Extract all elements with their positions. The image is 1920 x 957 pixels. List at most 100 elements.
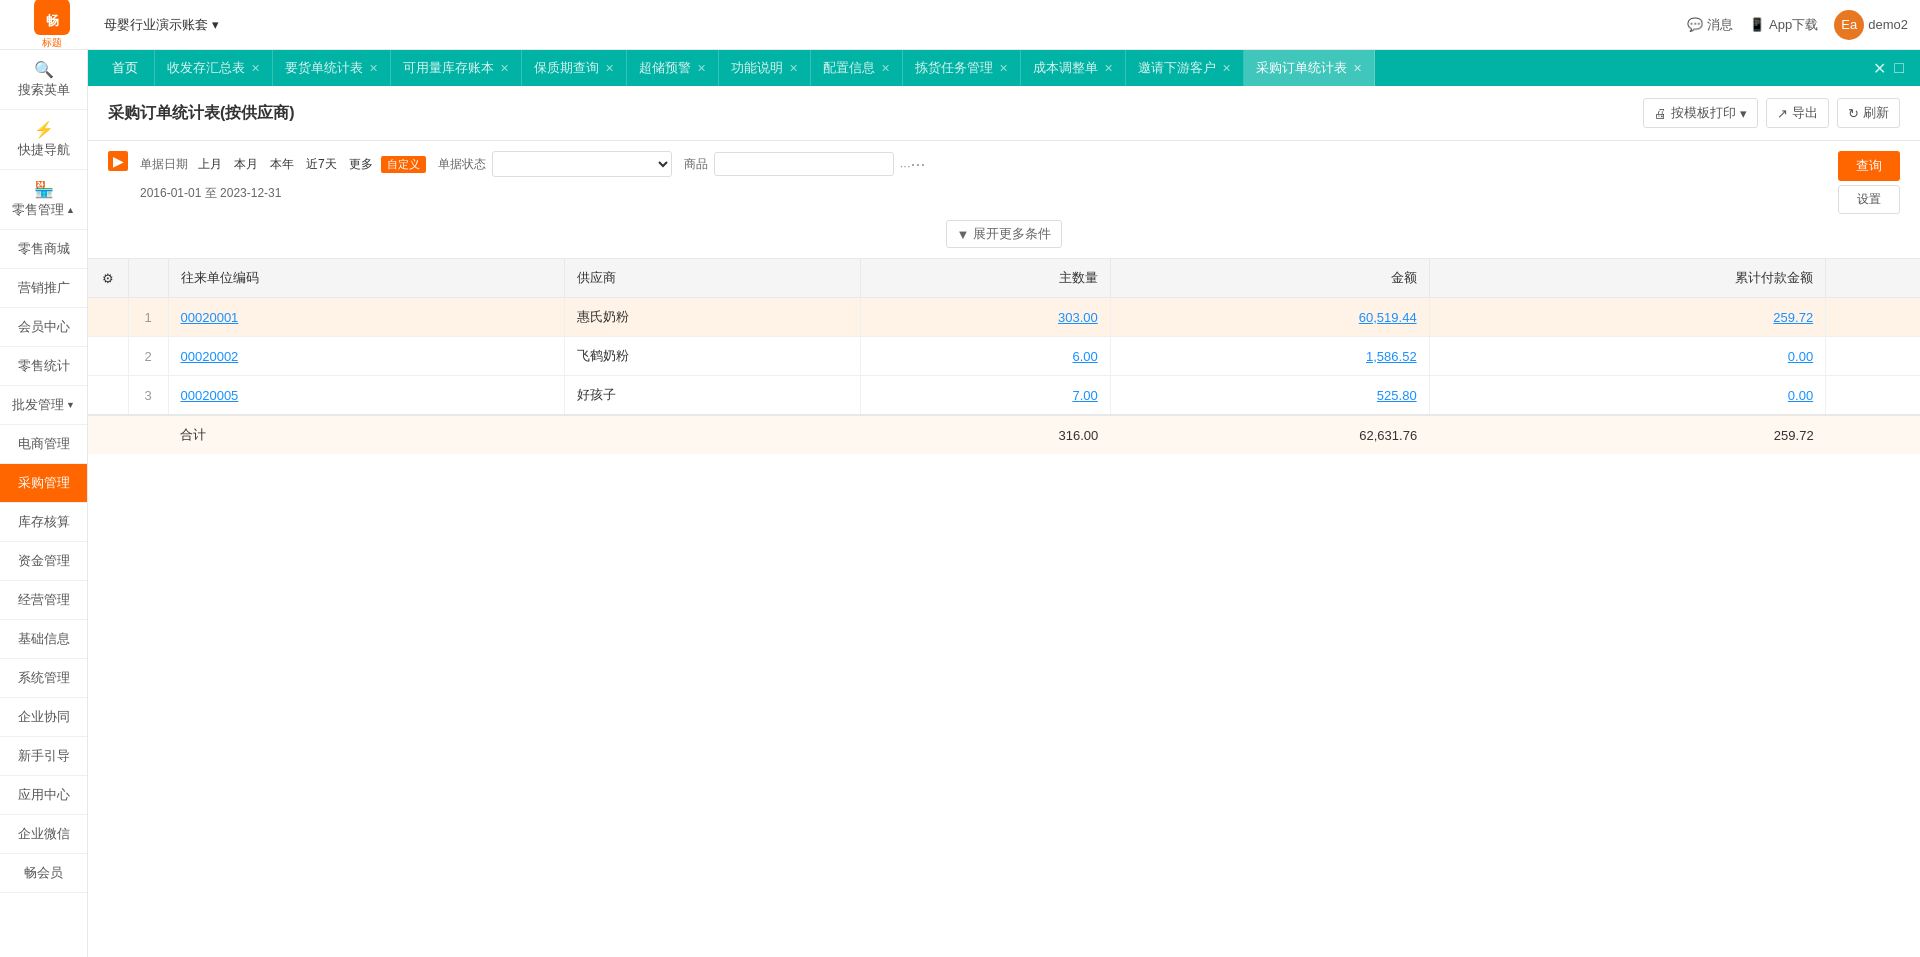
tab-purchase-stats-close[interactable]: ✕	[369, 62, 378, 75]
column-settings-icon[interactable]: ⚙	[102, 271, 114, 286]
workspace-selector[interactable]: 母婴行业演示账套 ▾	[104, 16, 219, 34]
shortcut-last-month[interactable]: 上月	[194, 155, 226, 174]
sidebar-item-marketing[interactable]: 营销推广	[0, 269, 87, 308]
footer-label: 合计	[180, 427, 206, 442]
col-settings: ⚙	[88, 259, 128, 298]
tab-available-stock-close[interactable]: ✕	[500, 62, 509, 75]
date-label: 单据日期	[140, 156, 188, 173]
table-body: 1 00020001 惠氏奶粉 303.00 60,519.44 259.72 …	[88, 298, 1920, 416]
sidebar-item-appstore[interactable]: 应用中心	[0, 776, 87, 815]
footer-label-cell: 合计	[168, 415, 565, 454]
tab-pick-task[interactable]: 拣货任务管理 ✕	[903, 50, 1021, 86]
col-supplier-name: 供应商	[565, 259, 861, 298]
export-icon: ↗	[1777, 106, 1788, 121]
sidebar-label-retail: 零售管理	[12, 201, 64, 219]
sidebar-item-finance[interactable]: 资金管理	[0, 542, 87, 581]
shortcut-7days[interactable]: 近7天	[302, 155, 341, 174]
export-btn[interactable]: ↗ 导出	[1766, 98, 1829, 128]
tab-available-stock[interactable]: 可用量库存账本 ✕	[391, 50, 522, 86]
row-paid-amount[interactable]: 259.72	[1429, 298, 1826, 337]
window-maximize-btn[interactable]: □	[1894, 59, 1904, 77]
sidebar-label-retail-stat: 零售统计	[18, 357, 70, 375]
sidebar-item-enterprise[interactable]: 企业协同	[0, 698, 87, 737]
tab-config-info[interactable]: 配置信息 ✕	[811, 50, 903, 86]
sidebar-item-wholesale[interactable]: 批发管理 ▼	[0, 386, 87, 425]
search-btn[interactable]: 查询	[1838, 151, 1900, 181]
message-btn[interactable]: 💬 消息	[1687, 16, 1733, 34]
sidebar-item-basic[interactable]: 基础信息	[0, 620, 87, 659]
row-main-qty[interactable]: 303.00	[861, 298, 1110, 337]
tab-function-desc-close[interactable]: ✕	[789, 62, 798, 75]
tab-purchase-order-stats-close[interactable]: ✕	[1353, 62, 1362, 75]
app-download-btn[interactable]: 📱 App下载	[1749, 16, 1818, 34]
sidebar-item-system[interactable]: 系统管理	[0, 659, 87, 698]
row-supplier-code[interactable]: 00020001	[168, 298, 565, 337]
row-paid-amount[interactable]: 0.00	[1429, 376, 1826, 416]
status-select[interactable]	[492, 151, 672, 177]
expand-more-btn[interactable]: ▼ 展开更多条件	[946, 220, 1063, 248]
goods-input[interactable]	[714, 152, 894, 176]
filter-toggle-btn[interactable]: ▶	[108, 151, 128, 171]
sidebar-label-inventory: 库存核算	[18, 513, 70, 531]
row-amount[interactable]: 525.80	[1110, 376, 1429, 416]
row-amount[interactable]: 60,519.44	[1110, 298, 1429, 337]
tab-receive-summary[interactable]: 收发存汇总表 ✕	[155, 50, 273, 86]
sidebar-item-search[interactable]: 🔍 搜索英单	[0, 50, 87, 110]
sidebar-item-newbie[interactable]: 新手引导	[0, 737, 87, 776]
tab-function-desc[interactable]: 功能说明 ✕	[719, 50, 811, 86]
goods-more-icon[interactable]: ···	[900, 154, 926, 175]
row-supplier-code[interactable]: 00020005	[168, 376, 565, 416]
tab-expiry-query[interactable]: 保质期查询 ✕	[522, 50, 627, 86]
tab-purchase-order-stats[interactable]: 采购订单统计表 ✕	[1244, 50, 1375, 86]
sidebar-label-purchase: 采购管理	[18, 474, 70, 492]
row-amount[interactable]: 1,586.52	[1110, 337, 1429, 376]
tab-cost-adjust-close[interactable]: ✕	[1104, 62, 1113, 75]
workspace-name: 母婴行业演示账套	[104, 16, 208, 34]
shortcut-this-year[interactable]: 本年	[266, 155, 298, 174]
status-filter-group: 单据状态	[438, 151, 672, 177]
row-supplier-code[interactable]: 00020002	[168, 337, 565, 376]
footer-index-cell	[128, 415, 168, 454]
refresh-btn[interactable]: ↻ 刷新	[1837, 98, 1900, 128]
tab-receive-summary-close[interactable]: ✕	[251, 62, 260, 75]
row-index: 1	[128, 298, 168, 337]
shortcut-this-month[interactable]: 本月	[230, 155, 262, 174]
row-main-qty[interactable]: 7.00	[861, 376, 1110, 416]
tab-purchase-stats[interactable]: 要货单统计表 ✕	[273, 50, 391, 86]
tab-overstock-warning-close[interactable]: ✕	[697, 62, 706, 75]
sidebar-item-operations[interactable]: 经营管理	[0, 581, 87, 620]
col-supplier-code: 往来单位编码	[168, 259, 565, 298]
window-close-btn[interactable]: ✕	[1873, 59, 1886, 78]
row-settings-cell	[88, 298, 128, 337]
status-label: 单据状态	[438, 156, 486, 173]
sidebar-item-retail-stat[interactable]: 零售统计	[0, 347, 87, 386]
row-settings-cell	[88, 337, 128, 376]
tab-invite-downstream[interactable]: 邀请下游客户 ✕	[1126, 50, 1244, 86]
sidebar-item-wechat[interactable]: 企业微信	[0, 815, 87, 854]
sidebar-item-retail[interactable]: 🏪 零售管理 ▲	[0, 170, 87, 230]
logo[interactable]: 畅 标题	[12, 0, 92, 50]
sidebar-item-retail-mall[interactable]: 零售商城	[0, 230, 87, 269]
tab-expiry-query-close[interactable]: ✕	[605, 62, 614, 75]
tab-cost-adjust[interactable]: 成本调整单 ✕	[1021, 50, 1126, 86]
shortcut-more[interactable]: 更多	[345, 155, 377, 174]
settings-btn[interactable]: 设置	[1838, 185, 1900, 214]
tab-overstock-warning[interactable]: 超储预警 ✕	[627, 50, 719, 86]
template-print-btn[interactable]: 🖨 按模板打印 ▾	[1643, 98, 1758, 128]
row-main-qty[interactable]: 6.00	[861, 337, 1110, 376]
tab-pick-task-close[interactable]: ✕	[999, 62, 1008, 75]
sidebar-item-member[interactable]: 会员中心	[0, 308, 87, 347]
row-paid-amount[interactable]: 0.00	[1429, 337, 1826, 376]
sidebar-item-ecommerce[interactable]: 电商管理	[0, 425, 87, 464]
tab-config-info-close[interactable]: ✕	[881, 62, 890, 75]
sidebar-item-vip[interactable]: 畅会员	[0, 854, 87, 893]
custom-date-badge[interactable]: 自定义	[381, 156, 426, 173]
sidebar-item-shortcut[interactable]: ⚡ 快捷导航	[0, 110, 87, 170]
user-area[interactable]: Ea demo2	[1834, 10, 1908, 40]
shortcut-icon: ⚡	[34, 120, 54, 139]
tab-home[interactable]: 首页	[96, 50, 155, 86]
sidebar-item-purchase[interactable]: 采购管理	[0, 464, 87, 503]
tab-invite-downstream-close[interactable]: ✕	[1222, 62, 1231, 75]
logo-label: 标题	[42, 36, 62, 50]
sidebar-item-inventory[interactable]: 库存核算	[0, 503, 87, 542]
